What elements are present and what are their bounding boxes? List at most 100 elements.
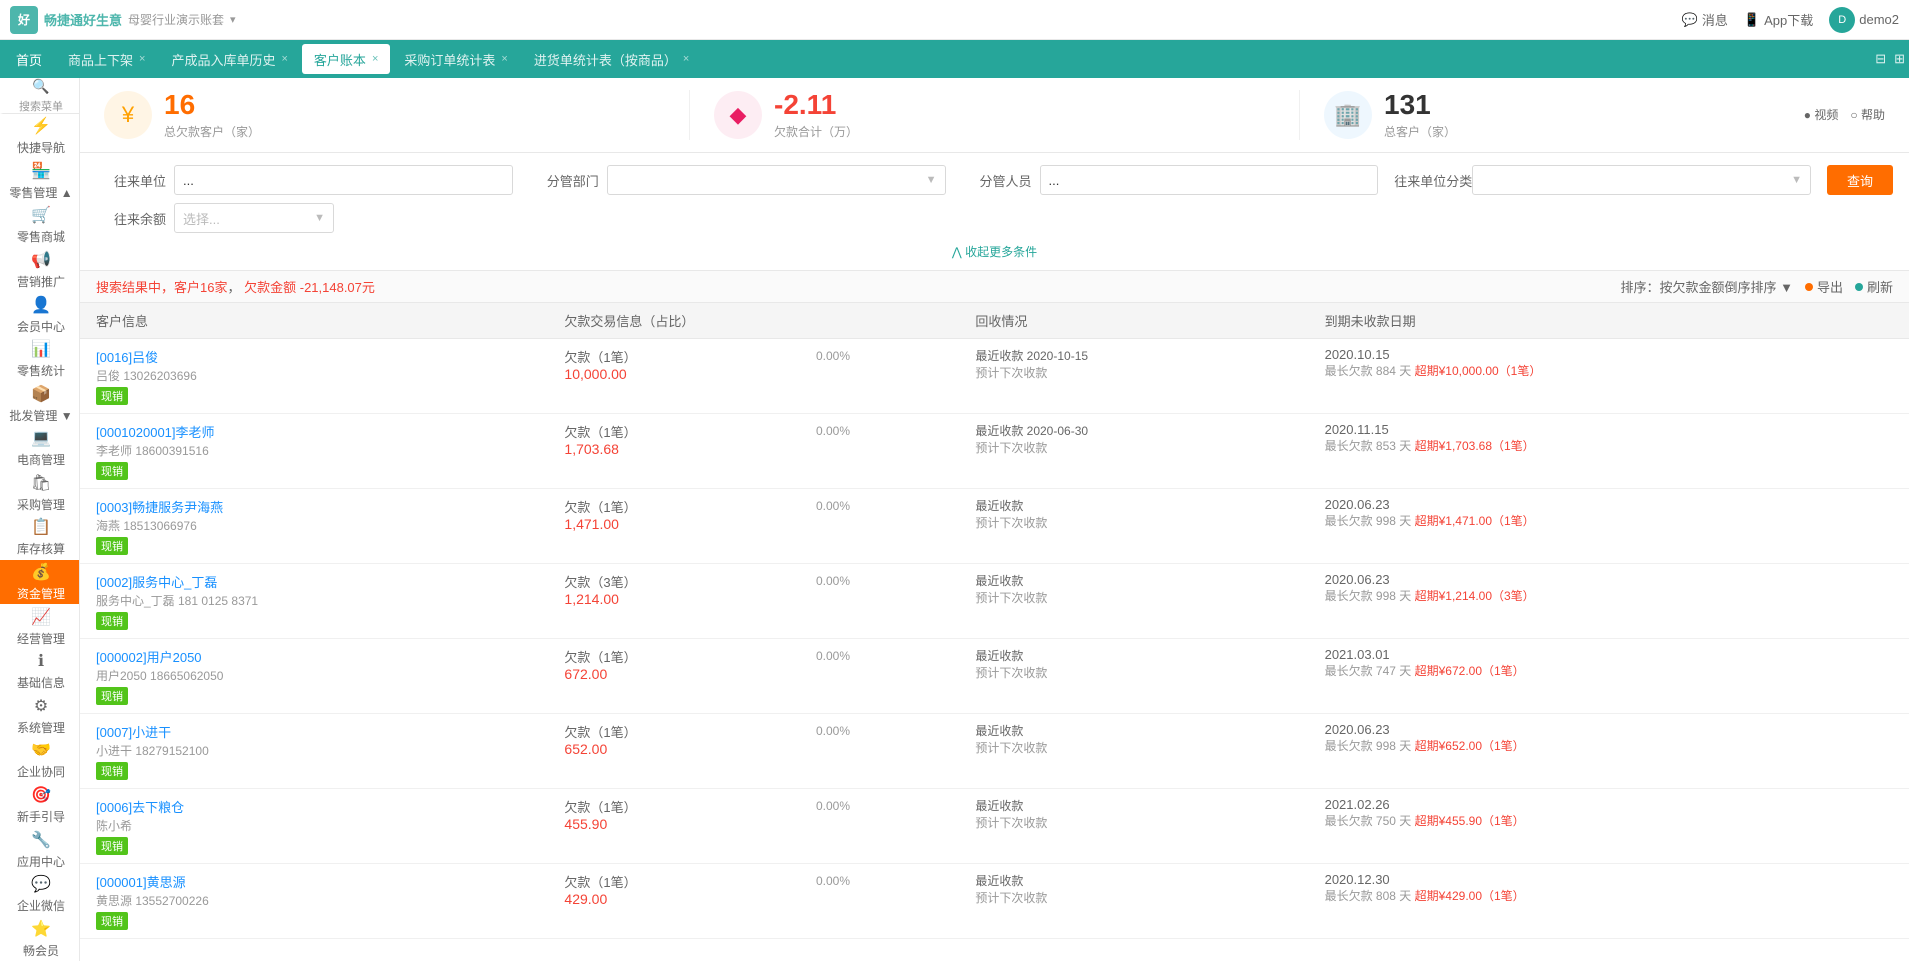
debt-amount[interactable]: 1,471.00: [564, 516, 784, 532]
sidebar-item-purchase[interactable]: 🛍 采购管理: [0, 471, 79, 516]
close-icon[interactable]: ×: [683, 53, 689, 65]
nav-tabs: 首页 商品上下架 × 产成品入库单历史 × 客户账本 × 采购订单统计表 × 进…: [0, 40, 1909, 78]
sidebar-item-app-center[interactable]: 🔧 应用中心: [0, 827, 79, 872]
customer-name-link[interactable]: [0016]吕俊: [96, 347, 532, 366]
overdue-link[interactable]: 超期¥1,214.00（3笔）: [1415, 589, 1535, 603]
debt-amount[interactable]: 652.00: [564, 741, 784, 757]
debt-pct: 0.00%: [816, 649, 943, 663]
recovery-cell: 最近收款 预计下次收款: [959, 714, 1308, 789]
stat-num-customers: 16: [164, 90, 260, 121]
sidebar-item-retail-mgmt[interactable]: 🏪 零售管理 ▲: [0, 159, 79, 204]
app-download-btn[interactable]: 📱 App下载: [1744, 10, 1813, 29]
overdue-date: 2020.06.23: [1325, 722, 1893, 737]
tab-product-listing[interactable]: 商品上下架 ×: [56, 44, 157, 74]
debt-amount[interactable]: 672.00: [564, 666, 784, 682]
user-label: demo2: [1859, 12, 1899, 27]
customer-name-link[interactable]: [0001020001]李老师: [96, 422, 532, 441]
collapse-filters-btn[interactable]: ⋀ 收起更多条件: [96, 241, 1893, 262]
view-video-btn[interactable]: ● 视频: [1804, 106, 1839, 123]
sidebar-item-system[interactable]: ⚙ 系统管理: [0, 694, 79, 739]
search-button[interactable]: 查询: [1827, 165, 1893, 195]
refresh-btn[interactable]: 刷新: [1855, 277, 1893, 296]
overdue-link[interactable]: 超期¥10,000.00（1笔）: [1415, 364, 1542, 378]
sidebar-item-marketing[interactable]: 📢 营销推广: [0, 248, 79, 293]
retail-stats-icon: 📊: [31, 339, 51, 359]
help-btn[interactable]: ○ 帮助: [1850, 106, 1885, 123]
overdue-link[interactable]: 超期¥652.00（1笔）: [1415, 739, 1525, 753]
sidebar-item-retail-stats[interactable]: 📊 零售统计: [0, 337, 79, 382]
source-unit-input[interactable]: ...: [174, 165, 513, 195]
overdue-link[interactable]: 超期¥455.90（1笔）: [1415, 814, 1525, 828]
tab-purchase-stats[interactable]: 采购订单统计表 ×: [392, 44, 519, 74]
unit-category-input[interactable]: ▼: [1472, 165, 1811, 195]
customer-name-link[interactable]: [000002]用户2050: [96, 647, 532, 666]
customer-name-link[interactable]: [0002]服务中心_丁磊: [96, 572, 532, 591]
sidebar-item-finance[interactable]: 💰 资金管理: [0, 560, 79, 605]
debt-pct-cell: 0.00%: [800, 414, 959, 489]
sidebar-item-wholesale[interactable]: 📦 批发管理 ▼: [0, 381, 79, 426]
debt-amount[interactable]: 1,214.00: [564, 591, 784, 607]
filter-dept: 分管部门 ▼: [529, 165, 946, 195]
overdue-days: 最长欠款 998 天 超期¥652.00（1笔）: [1325, 737, 1893, 754]
table-header-row: 客户信息 欠款交易信息（占比） 回收情况 到期未收款日期: [80, 303, 1909, 339]
sidebar-item-quick-nav[interactable]: ⚡ 快捷导航: [0, 114, 79, 159]
overdue-link[interactable]: 超期¥1,703.68（1笔）: [1415, 439, 1535, 453]
overdue-cell: 2020.10.15 最长欠款 884 天 超期¥10,000.00（1笔）: [1309, 339, 1909, 414]
retail-store-icon: 🛒: [31, 205, 51, 225]
overdue-link[interactable]: 超期¥672.00（1笔）: [1415, 664, 1525, 678]
recovery-cell: 最近收款 预计下次收款: [959, 789, 1308, 864]
sidebar-item-inventory[interactable]: 📋 库存核算: [0, 515, 79, 560]
maximize-icon[interactable]: ⊞: [1894, 51, 1905, 67]
tab-label: 商品上下架: [68, 50, 133, 69]
tab-home[interactable]: 首页: [4, 44, 54, 74]
overdue-date: 2020.06.23: [1325, 497, 1893, 512]
close-icon[interactable]: ×: [281, 53, 287, 65]
tab-production-history[interactable]: 产成品入库单历史 ×: [159, 44, 299, 74]
sidebar-item-member[interactable]: 👤 会员中心: [0, 292, 79, 337]
sidebar-item-operations[interactable]: 📈 经营管理: [0, 604, 79, 649]
balance-select[interactable]: 选择... ▼: [174, 203, 334, 233]
sidebar-item-guide[interactable]: 🎯 新手引导: [0, 783, 79, 828]
sidebar-search[interactable]: 🔍 搜索菜单: [0, 78, 79, 114]
sidebar-item-ecommerce[interactable]: 💻 电商管理: [0, 426, 79, 471]
customer-name-link[interactable]: [000001]黄思源: [96, 872, 532, 891]
debt-amount[interactable]: 10,000.00: [564, 366, 784, 382]
tab-customer-account[interactable]: 客户账本 ×: [302, 44, 390, 74]
debt-amount[interactable]: 455.90: [564, 816, 784, 832]
close-icon[interactable]: ×: [372, 53, 378, 65]
table-row: [0002]服务中心_丁磊 服务中心_丁磊 181 0125 8371 现销 欠…: [80, 564, 1909, 639]
sidebar-label: 资金管理: [17, 585, 65, 602]
customer-name-link[interactable]: [0006]去下粮仓: [96, 797, 532, 816]
message-btn[interactable]: 💬 消息: [1682, 10, 1728, 29]
filter-source-unit: 往来单位 ...: [96, 165, 513, 195]
sidebar-item-collab[interactable]: 🤝 企业协同: [0, 738, 79, 783]
overdue-link[interactable]: 超期¥429.00（1笔）: [1415, 889, 1525, 903]
sidebar-item-member-pro[interactable]: ⭐ 畅会员: [0, 916, 79, 961]
recovery-cell: 最近收款 预计下次收款: [959, 564, 1308, 639]
customer-name-link[interactable]: [0007]小进干: [96, 722, 532, 741]
customer-contact: 陈小希: [96, 817, 532, 834]
sidebar-item-base-info[interactable]: ℹ 基础信息: [0, 649, 79, 694]
sidebar-item-retail-store[interactable]: 🛒 零售商城: [0, 203, 79, 248]
customer-name-link[interactable]: [0003]畅捷服务尹海燕: [96, 497, 532, 516]
user-menu[interactable]: D demo2: [1829, 7, 1899, 33]
debt-count: 欠款（3笔）: [564, 572, 784, 591]
sidebar-item-wechat[interactable]: 💬 企业微信: [0, 872, 79, 917]
dropdown-arrow-icon: ▼: [926, 174, 937, 186]
subtitle-arrow[interactable]: ▾: [230, 13, 236, 26]
debt-amount[interactable]: 1,703.68: [564, 441, 784, 457]
dept-input[interactable]: ▼: [607, 165, 946, 195]
logo-subtitle: 母婴行业演示账套: [128, 11, 224, 28]
debt-amount[interactable]: 429.00: [564, 891, 784, 907]
tab-inbound-stats[interactable]: 进货单统计表（按商品） ×: [522, 44, 701, 74]
minimize-icon[interactable]: ⊟: [1875, 51, 1886, 67]
overdue-link[interactable]: 超期¥1,471.00（1笔）: [1415, 514, 1535, 528]
next-collect: 预计下次收款: [975, 439, 1292, 456]
overdue-cell: 2020.11.15 最长欠款 853 天 超期¥1,703.68（1笔）: [1309, 414, 1909, 489]
person-input[interactable]: ...: [1040, 165, 1379, 195]
sidebar: 🔍 搜索菜单 ⚡ 快捷导航 🏪 零售管理 ▲ 🛒 零售商城 📢 营销推广 👤 会…: [0, 78, 80, 961]
sidebar-label: 企业微信: [17, 897, 65, 914]
export-btn[interactable]: 导出: [1805, 277, 1843, 296]
close-icon[interactable]: ×: [139, 53, 145, 65]
close-icon[interactable]: ×: [501, 53, 507, 65]
